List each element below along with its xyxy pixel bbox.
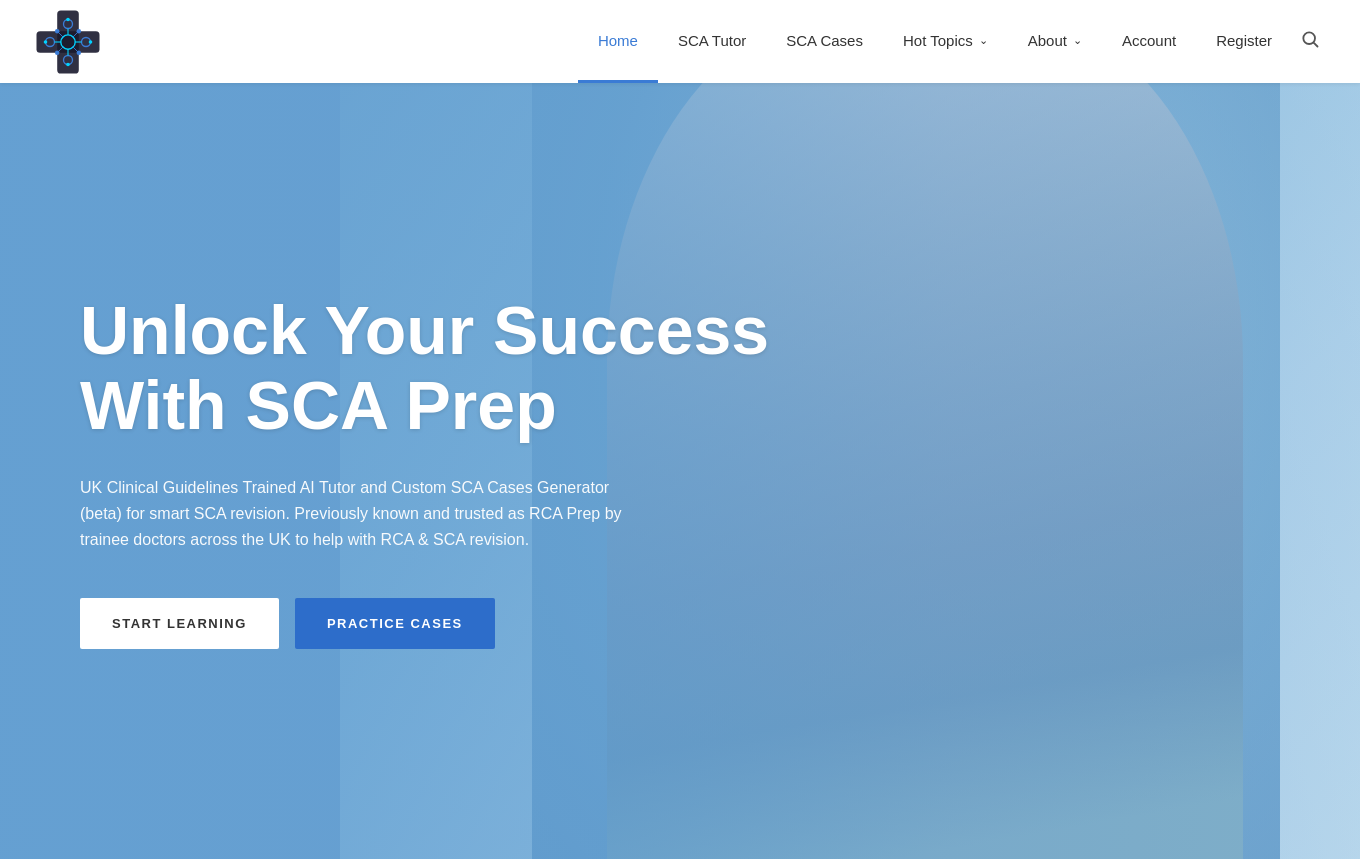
svg-line-24 <box>1314 43 1318 47</box>
svg-point-18 <box>89 40 93 44</box>
hero-buttons: START LEARNING PRACTICE CASES <box>80 598 780 649</box>
nav-item-hot-topics[interactable]: Hot Topics ⌄ <box>883 0 1008 83</box>
nav-item-account[interactable]: Account <box>1102 0 1196 83</box>
main-nav: Home SCA Tutor SCA Cases Hot Topics ⌄ Ab… <box>578 0 1328 83</box>
svg-point-16 <box>66 62 70 66</box>
nav-item-register[interactable]: Register <box>1196 0 1292 83</box>
nav-item-home[interactable]: Home <box>578 0 658 83</box>
practice-cases-button[interactable]: PRACTICE CASES <box>295 598 495 649</box>
hero-section: Unlock Your Success With SCA Prep UK Cli… <box>0 83 1360 859</box>
about-chevron-icon: ⌄ <box>1073 34 1082 47</box>
logo-link[interactable] <box>32 6 104 78</box>
hero-subtitle: UK Clinical Guidelines Trained AI Tutor … <box>80 475 640 554</box>
svg-point-17 <box>44 40 48 44</box>
hero-title: Unlock Your Success With SCA Prep <box>80 293 780 443</box>
site-header: Home SCA Tutor SCA Cases Hot Topics ⌄ Ab… <box>0 0 1360 83</box>
nav-item-sca-cases[interactable]: SCA Cases <box>766 0 883 83</box>
hot-topics-chevron-icon: ⌄ <box>979 34 988 47</box>
nav-item-sca-tutor[interactable]: SCA Tutor <box>658 0 766 83</box>
svg-point-15 <box>66 17 70 21</box>
search-icon[interactable] <box>1292 29 1328 54</box>
start-learning-button[interactable]: START LEARNING <box>80 598 279 649</box>
nav-item-about[interactable]: About ⌄ <box>1008 0 1102 83</box>
hero-content: Unlock Your Success With SCA Prep UK Cli… <box>0 233 860 709</box>
logo-icon <box>32 6 104 78</box>
